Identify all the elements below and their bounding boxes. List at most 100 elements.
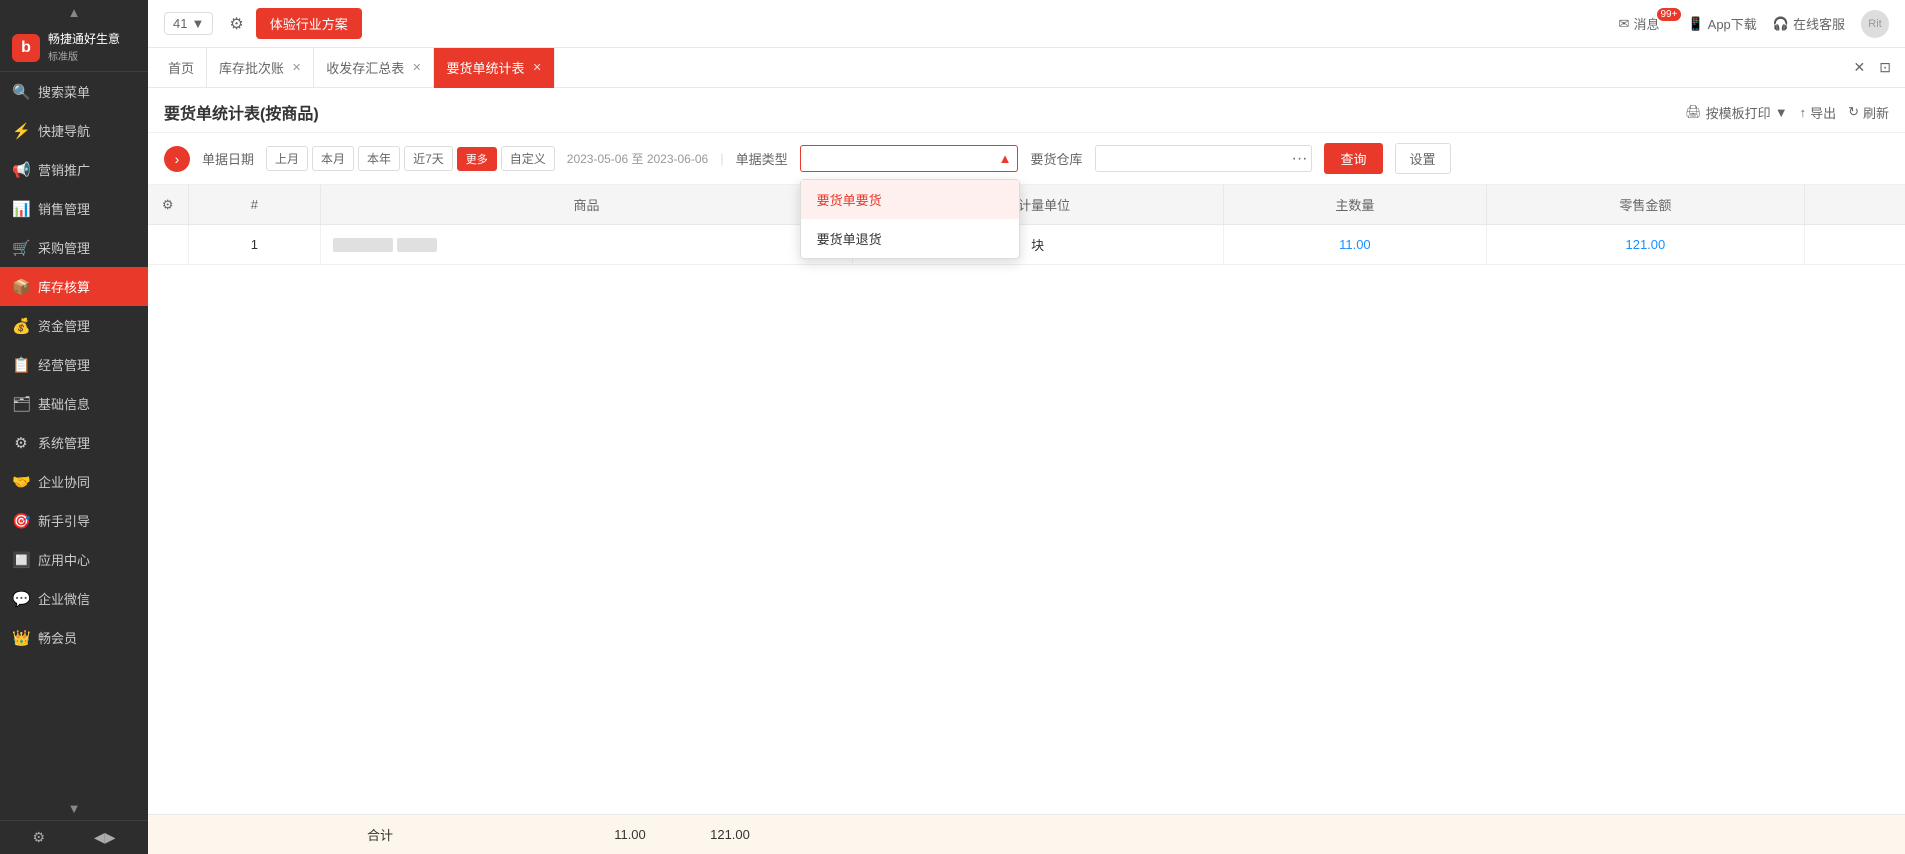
footer-label: 合计 xyxy=(280,825,480,844)
sidebar-item-enterprise[interactable]: 🤝 企业协同 xyxy=(0,462,148,501)
sidebar-item-purchase[interactable]: 🛒 采购管理 xyxy=(0,228,148,267)
box-icon: 📦 xyxy=(12,278,30,296)
query-btn[interactable]: 查询 xyxy=(1324,143,1382,174)
table-footer: 合计 11.00 121.00 xyxy=(148,814,1905,854)
topbar-settings-icon[interactable]: ⚙ xyxy=(229,14,243,34)
restore-tabs-btn[interactable]: ⊡ xyxy=(1873,55,1897,80)
topbar: 41 ▼ ⚙ 体验行业方案 ✉ 消息 99+ 📱 App下载 🎧 在线客服 Ri… xyxy=(148,0,1905,48)
doc-type-arrow-icon[interactable]: ▲ xyxy=(993,151,1018,166)
filter-toggle-btn[interactable]: › xyxy=(164,146,190,172)
sidebar-logo: b 畅捷通好生意 标准版 xyxy=(0,24,148,72)
sidebar-item-sales[interactable]: 📊 销售管理 xyxy=(0,189,148,228)
row-product-cell xyxy=(321,225,852,265)
messages-btn[interactable]: ✉ 消息 99+ xyxy=(1619,14,1672,33)
tab-receive-summary[interactable]: 收发存汇总表 ✕ xyxy=(314,48,434,88)
sidebar-item-system[interactable]: ⚙ 系统管理 xyxy=(0,423,148,462)
table-header-row: ⚙ # 商品 主计量单位 主数量 零售金额 xyxy=(148,185,1905,225)
lightning-icon: ⚡ xyxy=(12,122,30,140)
chat-icon: 💬 xyxy=(12,590,30,608)
mobile-icon: 📱 xyxy=(1687,16,1703,32)
sidebar-item-search[interactable]: 🔍 搜索菜单 xyxy=(0,72,148,111)
print-icon: 🖨 xyxy=(1685,104,1702,120)
close-all-tabs-btn[interactable]: ✕ xyxy=(1848,55,1872,80)
grid-icon: 🔲 xyxy=(12,551,30,569)
sidebar-item-member[interactable]: 👑 畅会员 xyxy=(0,618,148,657)
refresh-btn[interactable]: ↻ 刷新 xyxy=(1848,103,1889,122)
footer-amount: 121.00 xyxy=(680,827,780,842)
amount-link[interactable]: 121.00 xyxy=(1626,237,1666,252)
messages-badge: 99+ xyxy=(1657,8,1682,21)
last-month-btn[interactable]: 上月 xyxy=(266,146,308,171)
topbar-right-area: ✉ 消息 99+ 📱 App下载 🎧 在线客服 Rit xyxy=(1619,10,1889,38)
last7-btn[interactable]: 近7天 xyxy=(404,146,453,171)
dropdown-item-order[interactable]: 要货单要货 xyxy=(801,180,1019,219)
warehouse-input[interactable] xyxy=(1096,146,1288,171)
print-template-btn[interactable]: 🖨 按模板打印 ▼ xyxy=(1685,103,1787,122)
dropdown-item-return[interactable]: 要货单退货 xyxy=(801,219,1019,258)
app-download-btn[interactable]: 📱 App下载 xyxy=(1687,14,1756,33)
print-dropdown-icon: ▼ xyxy=(1775,105,1788,120)
warehouse-filter-label: 要货仓库 xyxy=(1030,149,1082,168)
sidebar-item-shortcut[interactable]: ⚡ 快捷导航 xyxy=(0,111,148,150)
sidebar-item-marketing[interactable]: 📢 营销推广 xyxy=(0,150,148,189)
sidebar-item-guide[interactable]: 🎯 新手引导 xyxy=(0,501,148,540)
tab-order-stats-close[interactable]: ✕ xyxy=(533,61,542,74)
tab-inventory-batch[interactable]: 库存批次账 ✕ xyxy=(207,48,314,88)
sidebar-item-finance[interactable]: 💰 资金管理 xyxy=(0,306,148,345)
settings-btn[interactable]: 设置 xyxy=(1395,143,1451,174)
tab-order-stats[interactable]: 要货单统计表 ✕ xyxy=(434,48,554,88)
export-btn[interactable]: ↑ 导出 xyxy=(1800,103,1837,122)
sidebar-settings-btn[interactable]: ⚙ xyxy=(32,829,45,846)
column-settings-header[interactable]: ⚙ xyxy=(148,185,188,225)
filter-separator: | xyxy=(720,151,723,166)
warehouse-select[interactable]: ··· xyxy=(1095,145,1313,172)
tab-inventory-batch-close[interactable]: ✕ xyxy=(292,61,301,74)
date-range-text: 2023-05-06 至 2023-06-06 xyxy=(567,150,708,167)
online-service-btn[interactable]: 🎧 在线客服 xyxy=(1773,14,1845,33)
handshake-icon: 🤝 xyxy=(12,473,30,491)
tab-home-label: 首页 xyxy=(168,58,194,77)
data-table: ⚙ # 商品 主计量单位 主数量 零售金额 1 xyxy=(148,185,1905,265)
sidebar-scroll-up[interactable]: ▲ xyxy=(0,0,148,24)
warehouse-more-icon[interactable]: ··· xyxy=(1288,150,1312,168)
sidebar-item-basic[interactable]: 🗂 基础信息 xyxy=(0,384,148,423)
chevron-right-icon: › xyxy=(175,151,180,167)
cart-icon: 🛒 xyxy=(12,239,30,257)
target-icon: 🎯 xyxy=(12,512,30,530)
tabbar: 首页 库存批次账 ✕ 收发存汇总表 ✕ 要货单统计表 ✕ ✕ ⊡ xyxy=(148,48,1905,88)
table-row: 1 块 11.00 121.00 xyxy=(148,225,1905,265)
doc-type-label: 单据类型 xyxy=(736,149,788,168)
app-logo-icon: b xyxy=(12,34,40,62)
store-selector[interactable]: 41 ▼ xyxy=(164,12,213,35)
user-avatar[interactable]: Rit xyxy=(1861,10,1889,38)
sidebar-item-wechat[interactable]: 💬 企业微信 xyxy=(0,579,148,618)
doc-type-select[interactable]: ▲ xyxy=(800,145,1019,172)
row-amount-cell: 121.00 xyxy=(1487,225,1804,265)
sidebar-item-appstore[interactable]: 🔲 应用中心 xyxy=(0,540,148,579)
row-settings-cell xyxy=(148,225,188,265)
sidebar-bottom: ⚙ ◀▶ xyxy=(0,820,148,854)
filter-area: › 单据日期 上月 本月 本年 近7天 更多 自定义 2023-05-06 至 … xyxy=(148,133,1905,185)
sidebar-item-inventory[interactable]: 📦 库存核算 xyxy=(0,267,148,306)
sidebar-scroll-down[interactable]: ▼ xyxy=(0,796,148,820)
date-filter-label: 单据日期 xyxy=(202,149,254,168)
sidebar-collapse-btn[interactable]: ◀▶ xyxy=(94,829,116,846)
tabbar-actions: ✕ ⊡ xyxy=(1848,55,1905,80)
message-icon: ✉ xyxy=(1619,16,1630,32)
this-month-btn[interactable]: 本月 xyxy=(312,146,354,171)
store-number: 41 xyxy=(173,16,187,31)
page-content: 要货单统计表(按商品) 🖨 按模板打印 ▼ ↑ 导出 ↻ 刷新 xyxy=(148,88,1905,854)
tab-receive-summary-label: 收发存汇总表 xyxy=(326,58,404,77)
doc-type-input[interactable] xyxy=(801,146,993,171)
tab-home[interactable]: 首页 xyxy=(156,48,207,88)
money-icon: 💰 xyxy=(12,317,30,335)
sidebar-item-operation[interactable]: 📋 经营管理 xyxy=(0,345,148,384)
this-year-btn[interactable]: 本年 xyxy=(358,146,400,171)
search-icon: 🔍 xyxy=(12,83,30,101)
trial-industry-btn[interactable]: 体验行业方案 xyxy=(256,8,362,39)
custom-date-btn[interactable]: 自定义 xyxy=(501,146,555,171)
tab-receive-summary-close[interactable]: ✕ xyxy=(412,61,421,74)
more-date-btn[interactable]: 更多 xyxy=(457,147,497,171)
quantity-link[interactable]: 11.00 xyxy=(1339,237,1371,252)
megaphone-icon: 📢 xyxy=(12,161,30,179)
